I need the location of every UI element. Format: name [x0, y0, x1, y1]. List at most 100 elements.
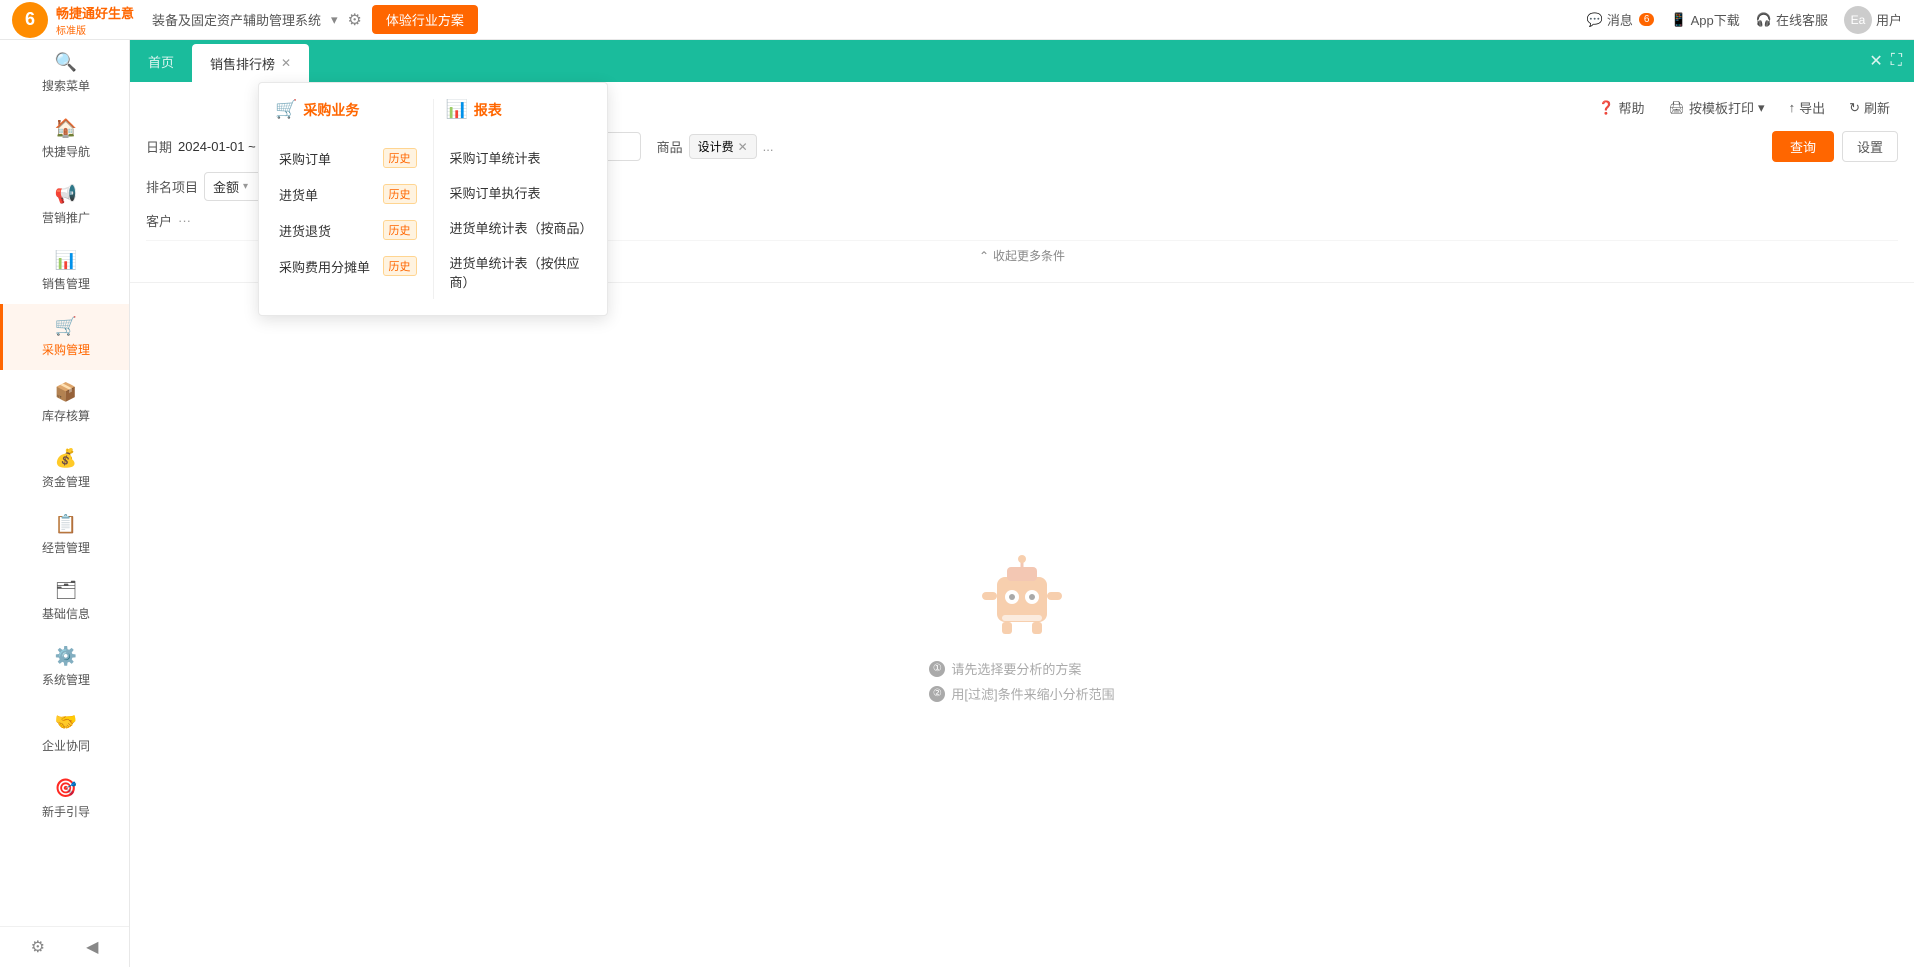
tab-close-btn[interactable]: ✕ — [1869, 51, 1882, 71]
export-btn[interactable]: ↑ 导出 — [1781, 94, 1834, 121]
basic-info-icon: 🗂 — [55, 580, 78, 601]
history-tag-0: 历史 — [383, 148, 417, 168]
dropdown-item-purchase-order[interactable]: 采购订单 历史 — [275, 140, 421, 176]
sidebar-label-search: 搜索菜单 — [42, 77, 90, 94]
dropdown-item-inbound[interactable]: 进货单 历史 — [275, 176, 421, 212]
hint-text-1: 请先选择要分析的方案 — [951, 659, 1081, 678]
customer-filter: 客户 ··· — [146, 211, 191, 230]
topbar-dropdown-icon[interactable]: ▾ — [331, 12, 338, 28]
tab-actions: ✕ ⛶ — [1857, 40, 1914, 82]
user-menu-btn[interactable]: Ea 用户 — [1844, 6, 1902, 34]
sidebar-label-system: 系统管理 — [42, 671, 90, 688]
dropdown-item-label: 进货单 — [279, 185, 318, 204]
sidebar-settings-btn[interactable]: ⚙ — [31, 937, 45, 957]
mobile-icon: 📱 — [1670, 12, 1686, 28]
inventory-icon: 📦 — [55, 382, 77, 403]
col-divider — [433, 99, 434, 299]
query-btn[interactable]: 查询 — [1772, 131, 1834, 162]
content-area: 首页 销售排行榜 ✕ ✕ ⛶ ❓ 帮助 — [130, 40, 1914, 967]
industry-btn[interactable]: 体验行业方案 — [372, 5, 478, 34]
dropdown-item-inbound-stats-supplier[interactable]: 进货单统计表（按供应商） — [446, 245, 592, 299]
goods-dots[interactable]: ... — [763, 139, 774, 154]
sidebar: 🔍 搜索菜单 🏠 快捷导航 📢 营销推广 📊 销售管理 🛒 采购管理 📦 库存核… — [0, 40, 130, 967]
sidebar-item-purchase[interactable]: 🛒 采购管理 — [0, 304, 129, 370]
history-tag-1: 历史 — [383, 184, 417, 204]
operations-icon: 📋 — [55, 514, 77, 535]
empty-illustration — [972, 547, 1072, 647]
app-download-btn[interactable]: 📱 App下载 — [1670, 10, 1739, 29]
dropdown-item-order-exec[interactable]: 采购订单执行表 — [446, 175, 592, 210]
dropdown-cols: 🛒 采购业务 采购订单 历史 进货单 历史 进货退货 历史 — [275, 99, 591, 299]
sidebar-label-quick-nav: 快捷导航 — [42, 143, 90, 160]
guide-icon: 🎯 — [55, 778, 77, 799]
print-icon: 🖨 — [1669, 100, 1686, 116]
sidebar-item-enterprise[interactable]: 🤝 企业协同 — [0, 700, 129, 766]
sidebar-bottom: ⚙ ◀ — [0, 926, 129, 967]
history-tag-3: 历史 — [383, 256, 417, 276]
dropdown-item-inbound-stats-goods[interactable]: 进货单统计表（按商品） — [446, 210, 592, 245]
refresh-btn[interactable]: ↻ 刷新 — [1841, 94, 1898, 121]
settings-action-btn[interactable]: 设置 — [1842, 131, 1898, 162]
purchase-col: 🛒 采购业务 采购订单 历史 进货单 历史 进货退货 历史 — [275, 99, 421, 299]
dropdown-item-return[interactable]: 进货退货 历史 — [275, 212, 421, 248]
logo-sub-text: 标准版 — [56, 22, 134, 37]
hint-dot-1: ① — [929, 661, 945, 677]
purchase-col-icon: 🛒 — [275, 99, 297, 120]
empty-hints: ① 请先选择要分析的方案 ② 用[过滤]条件来缩小分析范围 — [929, 659, 1114, 703]
sidebar-label-marketing: 营销推广 — [42, 209, 90, 226]
headset-icon: 🎧 — [1756, 12, 1772, 28]
topbar: 6 畅捷通好生意 标准版 装备及固定资产辅助管理系统 ▾ ⚙ 体验行业方案 💬 … — [0, 0, 1914, 40]
dropdown-item-label: 采购订单统计表 — [450, 148, 541, 167]
purchase-col-header: 🛒 采购业务 — [275, 99, 421, 128]
goods-tag-close[interactable]: ✕ — [738, 140, 748, 154]
help-icon: ❓ — [1598, 100, 1614, 116]
purchase-icon: 🛒 — [55, 316, 77, 337]
system-icon: ⚙️ — [55, 646, 77, 667]
history-tag-2: 历史 — [383, 220, 417, 240]
goods-label: 商品 — [657, 137, 683, 156]
sidebar-item-finance[interactable]: 💰 资金管理 — [0, 436, 129, 502]
tab-home[interactable]: 首页 — [130, 40, 192, 82]
logo-main-text: 畅捷通好生意 — [56, 3, 134, 22]
customer-dots[interactable]: ··· — [178, 213, 191, 228]
sidebar-item-quick-nav[interactable]: 🏠 快捷导航 — [0, 106, 129, 172]
help-btn[interactable]: ❓ 帮助 — [1590, 94, 1652, 121]
settings-icon[interactable]: ⚙ — [348, 10, 362, 30]
marketing-icon: 📢 — [55, 184, 77, 205]
ranking-label: 排名项目 — [146, 177, 198, 196]
dropdown-item-label: 进货单统计表（按商品） — [450, 218, 588, 237]
empty-state: ① 请先选择要分析的方案 ② 用[过滤]条件来缩小分析范围 — [130, 283, 1914, 967]
search-icon: 🔍 — [55, 52, 77, 73]
empty-hint-1: ① 请先选择要分析的方案 — [929, 659, 1081, 678]
tab-sales-rank[interactable]: 销售排行榜 ✕ — [192, 44, 309, 82]
customer-label: 客户 — [146, 211, 172, 230]
enterprise-icon: 🤝 — [55, 712, 77, 733]
tab-maximize-btn[interactable]: ⛶ — [1891, 52, 1902, 70]
goods-tag-text: 设计费 — [698, 138, 734, 155]
sidebar-item-operations[interactable]: 📋 经营管理 — [0, 502, 129, 568]
sidebar-item-guide[interactable]: 🎯 新手引导 — [0, 766, 129, 832]
report-col-icon: 📊 — [446, 99, 468, 120]
empty-hint-2: ② 用[过滤]条件来缩小分析范围 — [929, 684, 1114, 703]
toolbar-right: ❓ 帮助 🖨 按模板打印 ▾ ↑ 导出 ↻ — [1590, 94, 1898, 121]
sidebar-item-basic-info[interactable]: 🗂 基础信息 — [0, 568, 129, 634]
print-template-btn[interactable]: 🖨 按模板打印 ▾ — [1661, 94, 1773, 121]
online-service-btn[interactable]: 🎧 在线客服 — [1756, 10, 1828, 29]
messages-btn[interactable]: 💬 消息 6 — [1587, 10, 1655, 29]
sidebar-item-marketing[interactable]: 📢 营销推广 — [0, 172, 129, 238]
sales-icon: 📊 — [55, 250, 77, 271]
dropdown-item-expense[interactable]: 采购费用分摊单 历史 — [275, 248, 421, 284]
sidebar-item-system[interactable]: ⚙️ 系统管理 — [0, 634, 129, 700]
main-wrapper: 🔍 搜索菜单 🏠 快捷导航 📢 营销推广 📊 销售管理 🛒 采购管理 📦 库存核… — [0, 40, 1914, 967]
topbar-right: 💬 消息 6 📱 App下载 🎧 在线客服 Ea 用户 — [1587, 6, 1902, 34]
tab-bar: 首页 销售排行榜 ✕ ✕ ⛶ — [130, 40, 1914, 82]
collapse-up-icon: ⌃ — [979, 249, 989, 263]
sidebar-collapse-btn[interactable]: ◀ — [86, 937, 98, 957]
sidebar-item-sales[interactable]: 📊 销售管理 — [0, 238, 129, 304]
message-badge: 6 — [1639, 13, 1655, 26]
dropdown-item-order-stats[interactable]: 采购订单统计表 — [446, 140, 592, 175]
dropdown-item-label: 进货退货 — [279, 221, 331, 240]
sidebar-item-search[interactable]: 🔍 搜索菜单 — [0, 40, 129, 106]
sidebar-item-inventory[interactable]: 📦 库存核算 — [0, 370, 129, 436]
tab-close-icon[interactable]: ✕ — [281, 56, 291, 70]
